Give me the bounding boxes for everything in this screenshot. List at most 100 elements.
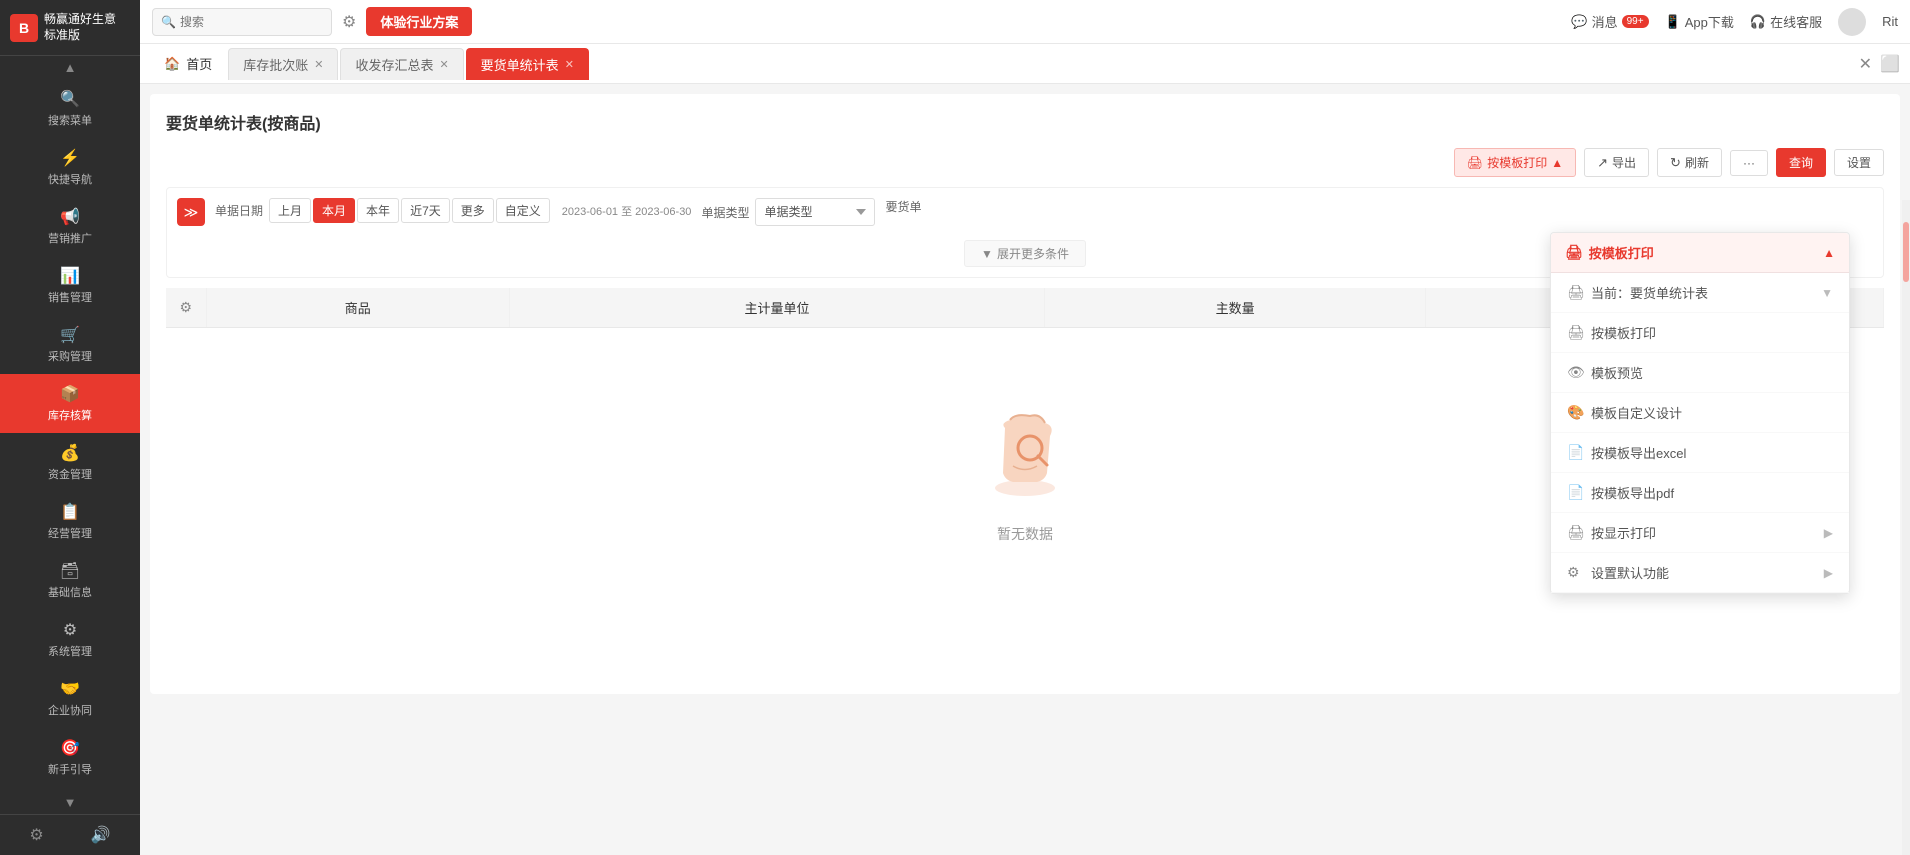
refresh-button[interactable]: ↻ 刷新 <box>1657 148 1722 177</box>
more-dots-icon: ··· <box>1743 156 1755 170</box>
sidebar-item-operation[interactable]: 📋 经营管理 <box>0 492 140 551</box>
default-func-icon: ⚙ <box>1567 564 1583 581</box>
expand-more-label: 展开更多条件 <box>997 245 1069 262</box>
dropdown-header: 🖨 按模板打印 ▲ <box>1551 233 1849 273</box>
tab-batch-account[interactable]: 库存批次账 ✕ <box>228 48 338 80</box>
tab-batch-account-close[interactable]: ✕ <box>314 58 323 71</box>
date-btn-last-month[interactable]: 上月 <box>269 198 311 223</box>
sidebar-item-finance[interactable]: 💰 资金管理 <box>0 433 140 492</box>
date-btn-more[interactable]: 更多 <box>452 198 494 223</box>
print-template-label: 按模板打印 <box>1487 154 1547 171</box>
trial-button[interactable]: 体验行业方案 <box>366 7 472 36</box>
th-goods: 商品 <box>206 288 509 328</box>
settings-button[interactable]: 设置 <box>1834 149 1884 176</box>
export-button[interactable]: ↗ 导出 <box>1584 148 1649 177</box>
operation-icon: 📋 <box>60 502 80 522</box>
sidebar-item-collab[interactable]: 🤝 企业协同 <box>0 669 140 728</box>
dropdown-display-print[interactable]: 🖨 按显示打印 ▶ <box>1551 513 1849 553</box>
more-button[interactable]: ··· <box>1730 150 1768 176</box>
sidebar-scroll-down[interactable]: ▼ <box>0 791 140 814</box>
sidebar-item-purchase[interactable]: 🛒 采购管理 <box>0 315 140 374</box>
sidebar-item-basic[interactable]: 🗃 基础信息 <box>0 551 140 610</box>
table-settings-icon[interactable]: ⚙ <box>179 299 192 315</box>
collab-icon: 🤝 <box>60 679 80 699</box>
print-template-button[interactable]: 🖨 按模板打印 ▲ <box>1454 148 1576 177</box>
date-btn-custom[interactable]: 自定义 <box>496 198 550 223</box>
order-goods-label: 要货单 <box>885 198 921 215</box>
template-preview-icon: 👁 <box>1567 364 1583 381</box>
search-box[interactable]: 🔍 <box>152 8 332 36</box>
sidebar-item-inventory[interactable]: 📦 库存核算 <box>0 374 140 433</box>
tab-maximize-btn[interactable]: ⬜ <box>1880 54 1900 74</box>
sidebar-item-guide[interactable]: 🎯 新手引导 <box>0 728 140 787</box>
sidebar-item-search[interactable]: 🔍 搜索菜单 <box>0 79 140 138</box>
display-print-arrow: ▶ <box>1824 526 1833 540</box>
avatar[interactable] <box>1838 8 1866 36</box>
refresh-label: 刷新 <box>1685 154 1709 171</box>
app-download-btn[interactable]: 📱 App下载 <box>1665 12 1734 31</box>
dropdown-default-func[interactable]: ⚙ 设置默认功能 ▶ <box>1551 553 1849 593</box>
order-goods-filter-group: 要货单 <box>885 198 921 215</box>
search-input[interactable] <box>180 15 300 29</box>
sidebar-item-marketing[interactable]: 📢 营销推广 <box>0 197 140 256</box>
export-excel-label: 按模板导出excel <box>1591 443 1686 462</box>
dropdown-template-print[interactable]: 🖨 按模板打印 <box>1551 313 1849 353</box>
sidebar-logo: B 畅赢通好生意 标准版 <box>0 0 140 56</box>
settings-icon[interactable]: ⚙ <box>29 825 43 845</box>
right-scrollbar[interactable] <box>1902 200 1910 855</box>
sales-label: 销售管理 <box>48 289 92 305</box>
logo-text-block: 畅赢通好生意 标准版 <box>44 12 116 43</box>
tab-home[interactable]: 🏠 首页 <box>150 48 226 80</box>
th-settings[interactable]: ⚙ <box>166 288 206 328</box>
marketing-icon: 📢 <box>60 207 80 227</box>
dropdown-template-design[interactable]: 🎨 模板自定义设计 <box>1551 393 1849 433</box>
dropdown-export-pdf[interactable]: 📄 按模板导出pdf <box>1551 473 1849 513</box>
sidebar-scroll-up[interactable]: ▲ <box>0 56 140 79</box>
sidebar-item-sales[interactable]: 📊 销售管理 <box>0 256 140 315</box>
tab-receive-summary[interactable]: 收发存汇总表 ✕ <box>340 48 463 80</box>
basic-label: 基础信息 <box>48 584 92 600</box>
tab-receive-summary-close[interactable]: ✕ <box>439 58 448 71</box>
dropdown-current-item[interactable]: 🖨 当前：要货单统计表 ▼ <box>1551 273 1849 313</box>
dropdown-export-excel[interactable]: 📄 按模板导出excel <box>1551 433 1849 473</box>
content-area: 要货单统计表(按商品) 🖨 按模板打印 ▲ ↗ 导出 ↻ 刷新 ··· <box>140 84 1910 855</box>
scrollbar-thumb <box>1903 222 1909 282</box>
dropdown-template-preview[interactable]: 👁 模板预览 <box>1551 353 1849 393</box>
online-service-btn[interactable]: 🎧 在线客服 <box>1750 12 1822 31</box>
tab-order-stats[interactable]: 要货单统计表 ✕ <box>466 48 589 80</box>
date-btn-this-month[interactable]: 本月 <box>313 198 355 223</box>
tabs-bar-right: ✕ ⬜ <box>1859 54 1900 74</box>
settings-gear-icon[interactable]: ⚙ <box>342 12 356 32</box>
message-icon: 💬 <box>1571 14 1587 30</box>
online-service-label: 在线客服 <box>1770 12 1822 31</box>
speaker-icon[interactable]: 🔊 <box>91 825 111 845</box>
message-btn[interactable]: 💬 消息 99+ <box>1571 12 1648 31</box>
search-label: 搜索菜单 <box>48 112 92 128</box>
guide-icon: 🎯 <box>60 738 80 758</box>
sidebar-item-system[interactable]: ⚙ 系统管理 <box>0 610 140 669</box>
current-icon: 🖨 <box>1567 284 1583 301</box>
sidebar-item-shortcut[interactable]: ⚡ 快捷导航 <box>0 138 140 197</box>
export-excel-icon: 📄 <box>1567 444 1583 461</box>
purchase-label: 采购管理 <box>48 348 92 364</box>
date-buttons: 上月 本月 本年 近7天 更多 自定义 <box>269 198 550 223</box>
app-download-label: App下载 <box>1685 12 1734 31</box>
expand-more-button[interactable]: ▼ 展开更多条件 <box>964 240 1086 267</box>
template-design-label: 模板自定义设计 <box>1591 403 1682 422</box>
dropdown-collapse-arrow[interactable]: ▲ <box>1823 246 1835 260</box>
shortcut-icon: ⚡ <box>60 148 80 168</box>
tab-order-stats-close[interactable]: ✕ <box>565 58 574 71</box>
display-print-label: 按显示打印 <box>1591 523 1656 542</box>
topbar-right: 💬 消息 99+ 📱 App下载 🎧 在线客服 Rit <box>1571 8 1898 36</box>
logo-icon: B <box>10 14 38 42</box>
printer-header-icon: 🖨 <box>1565 244 1583 261</box>
query-button[interactable]: 查询 <box>1776 148 1826 177</box>
filter-expand-icon[interactable]: ≫ <box>177 198 205 226</box>
tab-close-all-btn[interactable]: ✕ <box>1859 54 1872 74</box>
search-icon: 🔍 <box>60 89 80 109</box>
print-dropdown-arrow[interactable]: ▲ <box>1551 156 1563 170</box>
date-btn-7days[interactable]: 近7天 <box>401 198 450 223</box>
order-type-select[interactable]: 单据类型 <box>755 198 875 226</box>
date-btn-this-year[interactable]: 本年 <box>357 198 399 223</box>
username: Rit <box>1882 14 1898 29</box>
